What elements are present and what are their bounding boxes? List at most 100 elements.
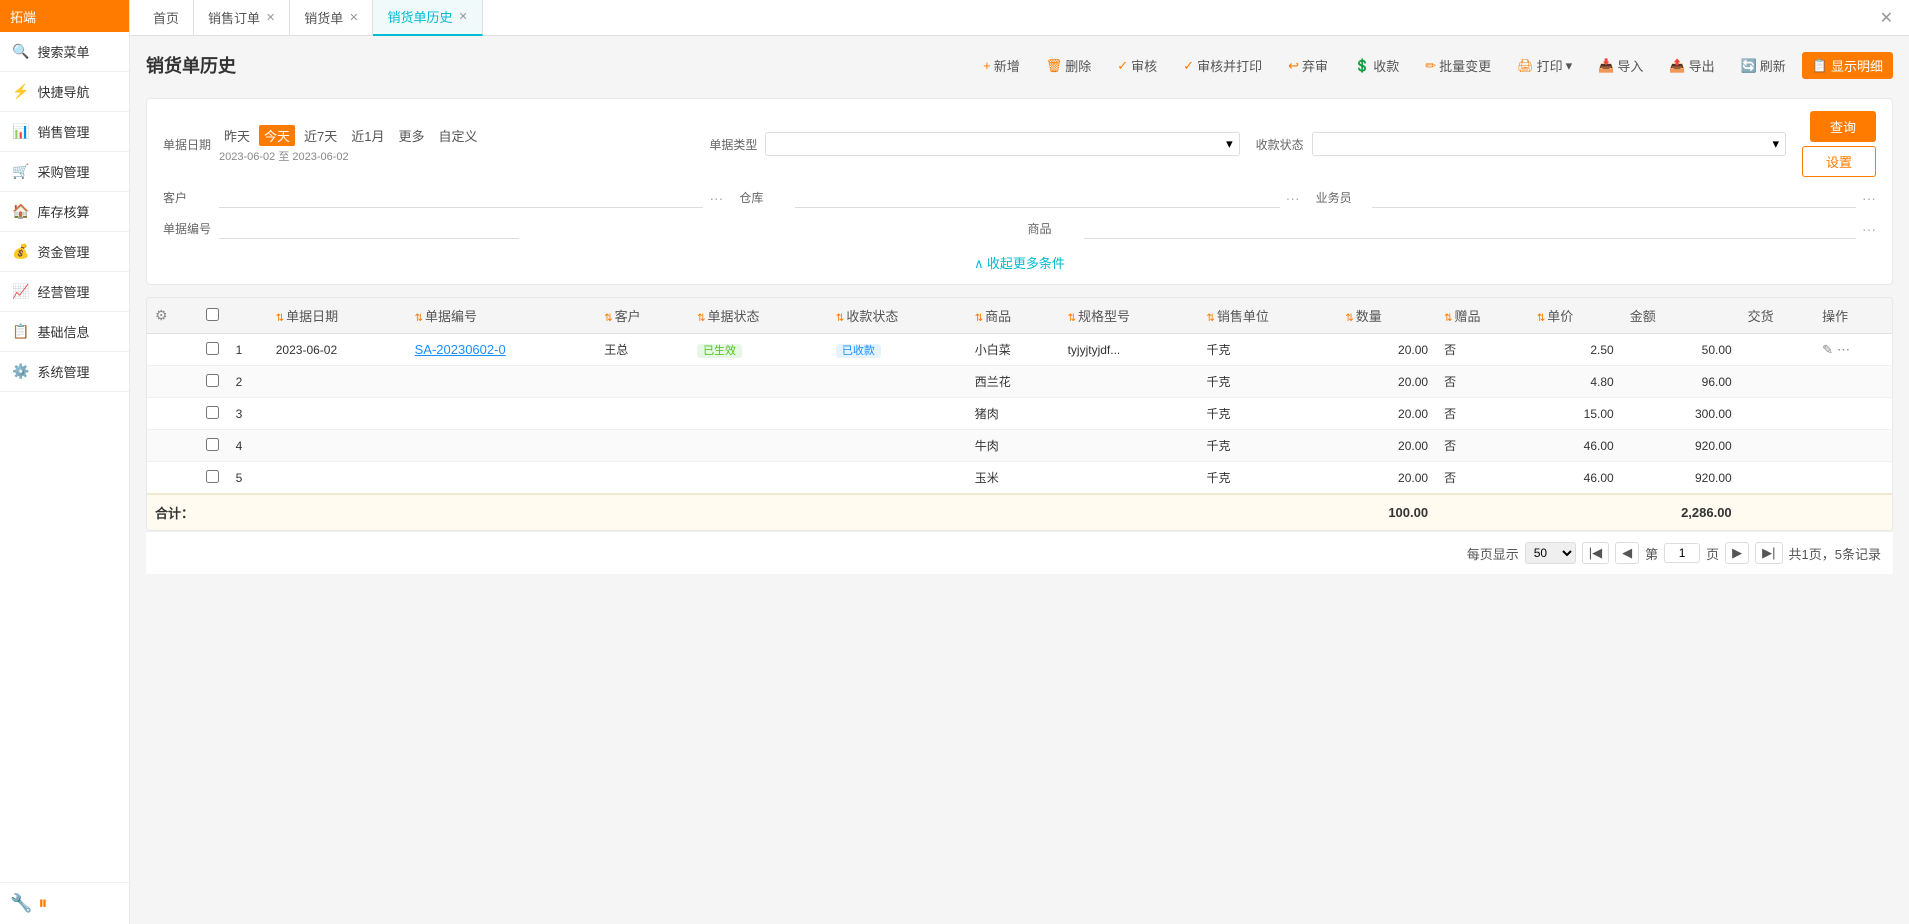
toolbar: + 新增 🗑 删除 ✓ 审核 ✓ 审核并打印 ↩ 弃审 [973, 52, 1893, 79]
pay-status-field: 收款状态 ▾ [1256, 132, 1786, 156]
sidebar-item-finance[interactable]: 💰 资金管理 [0, 232, 129, 272]
warehouse-input[interactable] [795, 187, 1279, 208]
th-docno[interactable]: ⇅单据编号 [407, 298, 597, 334]
docno-input[interactable] [219, 218, 519, 239]
sidebar-collapse-btn[interactable]: ⏸ [38, 893, 47, 914]
td-settings [147, 462, 198, 495]
tab-sales-order[interactable]: 销售订单 ✕ [194, 0, 290, 36]
td-qty: 20.00 [1337, 366, 1436, 398]
product-input[interactable] [1084, 218, 1857, 239]
row-checkbox[interactable] [206, 374, 219, 387]
delete-button[interactable]: 🗑 删除 [1036, 52, 1102, 79]
sidebar-item-search[interactable]: 🔍 搜索菜单 [0, 32, 129, 72]
last-page-btn[interactable]: ▶| [1755, 542, 1782, 564]
th-unit[interactable]: ⇅销售单位 [1198, 298, 1337, 334]
date-tab-more[interactable]: 更多 [394, 125, 430, 146]
date-tab-today[interactable]: 今天 [259, 125, 295, 146]
abandon-button[interactable]: ↩ 弃审 [1278, 52, 1338, 79]
date-tab-yesterday[interactable]: 昨天 [219, 125, 255, 146]
customer-input[interactable] [219, 187, 703, 208]
close-sales-delivery-tab[interactable]: ✕ [349, 11, 358, 24]
export-button[interactable]: 📤 导出 [1659, 52, 1724, 79]
pay-status-select[interactable]: ▾ [1312, 132, 1786, 156]
th-settings[interactable]: ⚙ [147, 298, 198, 334]
edit-icon[interactable]: ✎ [1822, 342, 1833, 358]
th-spec[interactable]: ⇅规格型号 [1060, 298, 1199, 334]
staff-dots[interactable]: ··· [1862, 190, 1876, 206]
th-doc-status[interactable]: ⇅单据状态 [689, 298, 828, 334]
close-sales-history-tab[interactable]: ✕ [459, 10, 468, 23]
product-field: 商品 ··· [1028, 218, 1877, 239]
row-checkbox[interactable] [206, 342, 219, 355]
row-checkbox[interactable] [206, 438, 219, 451]
close-sales-order-tab[interactable]: ✕ [266, 11, 275, 24]
page-size-select[interactable]: 50 100 200 [1525, 542, 1576, 564]
td-qty: 20.00 [1337, 398, 1436, 430]
td-qty: 20.00 [1337, 462, 1436, 495]
sidebar-item-baseinfo[interactable]: 📋 基础信息 [0, 312, 129, 352]
next-page-btn[interactable]: ▶ [1725, 542, 1749, 564]
td-price: 15.00 [1529, 398, 1622, 430]
pagination: 每页显示 50 100 200 |◀ ◀ 第 页 ▶ ▶| 共1页，5条记录 [146, 531, 1893, 574]
th-qty[interactable]: ⇅数量 [1337, 298, 1436, 334]
td-gift: 否 [1436, 334, 1529, 366]
date-tab-custom[interactable]: 自定义 [434, 125, 483, 146]
import-button[interactable]: 📥 导入 [1588, 52, 1653, 79]
sidebar-item-system[interactable]: ⚙️ 系统管理 [0, 352, 129, 392]
collapse-row[interactable]: ∧ 收起更多条件 [163, 249, 1876, 272]
new-button[interactable]: + 新增 [973, 52, 1030, 79]
batch-change-button[interactable]: ✏ 批量变更 [1415, 52, 1501, 79]
th-gift[interactable]: ⇅赠品 [1436, 298, 1529, 334]
td-action [1814, 462, 1892, 495]
staff-input[interactable] [1372, 187, 1856, 208]
th-date[interactable]: ⇅单据日期 [268, 298, 407, 334]
sidebar-settings-btn[interactable]: 🔧 [10, 893, 32, 914]
tab-sales-history[interactable]: 销货单历史 ✕ [373, 0, 482, 36]
td-unit: 千克 [1198, 334, 1337, 366]
collect-button[interactable]: 💲 收款 [1344, 52, 1409, 79]
td-spec: tyjyjtyjdf... [1060, 334, 1199, 366]
th-price[interactable]: ⇅单价 [1529, 298, 1622, 334]
sidebar-item-operation[interactable]: 📈 经营管理 [0, 272, 129, 312]
first-page-btn[interactable]: |◀ [1582, 542, 1609, 564]
sidebar-item-purchase[interactable]: 🛒 采购管理 [0, 152, 129, 192]
tab-more-btn[interactable]: ✕ [1872, 8, 1901, 28]
td-action [1814, 398, 1892, 430]
more-icon[interactable]: ⋯ [1837, 342, 1850, 358]
prev-page-btn[interactable]: ◀ [1615, 542, 1639, 564]
page-input[interactable] [1664, 543, 1700, 563]
batch-change-icon: ✏ [1425, 58, 1436, 74]
row-checkbox[interactable] [206, 406, 219, 419]
td-customer [596, 366, 689, 398]
td-date [268, 398, 407, 430]
th-pay-status[interactable]: ⇅收款状态 [828, 298, 967, 334]
customer-dots[interactable]: ··· [709, 190, 723, 206]
pay-status-badge: 已收款 [836, 344, 881, 358]
td-docno [407, 398, 597, 430]
warehouse-dots[interactable]: ··· [1286, 190, 1300, 206]
th-product[interactable]: ⇅商品 [967, 298, 1060, 334]
export-icon: 📤 [1669, 58, 1685, 74]
docno-link[interactable]: SA-20230602-0 [415, 342, 506, 357]
tab-home[interactable]: 首页 [138, 0, 194, 36]
sidebar-item-sales[interactable]: 📊 销售管理 [0, 112, 129, 152]
setting-button[interactable]: 设置 [1802, 146, 1876, 177]
date-tab-7days[interactable]: 近7天 [299, 125, 342, 146]
product-dots[interactable]: ··· [1862, 221, 1876, 237]
select-all-checkbox[interactable] [206, 308, 219, 321]
display-detail-button[interactable]: 📋 显示明细 [1802, 52, 1893, 79]
audit-button[interactable]: ✓ 审核 [1107, 52, 1167, 79]
refresh-button[interactable]: 🔄 刷新 [1731, 52, 1796, 79]
tab-sales-delivery[interactable]: 销货单 ✕ [290, 0, 373, 36]
row-checkbox[interactable] [206, 470, 219, 483]
print-button[interactable]: 🖨 打印 ▾ [1507, 52, 1582, 79]
doc-type-select[interactable]: ▾ [765, 132, 1239, 156]
th-customer[interactable]: ⇅客户 [596, 298, 689, 334]
customer-field: 客户 ··· [163, 187, 723, 208]
audit-print-button[interactable]: ✓ 审核并打印 [1173, 52, 1272, 79]
summary-label: 合计： [147, 494, 268, 530]
sidebar-item-quicknav[interactable]: ⚡ 快捷导航 [0, 72, 129, 112]
query-button[interactable]: 查询 [1810, 111, 1876, 142]
sidebar-item-inventory[interactable]: 🏠 库存核算 [0, 192, 129, 232]
date-tab-1month[interactable]: 近1月 [346, 125, 389, 146]
